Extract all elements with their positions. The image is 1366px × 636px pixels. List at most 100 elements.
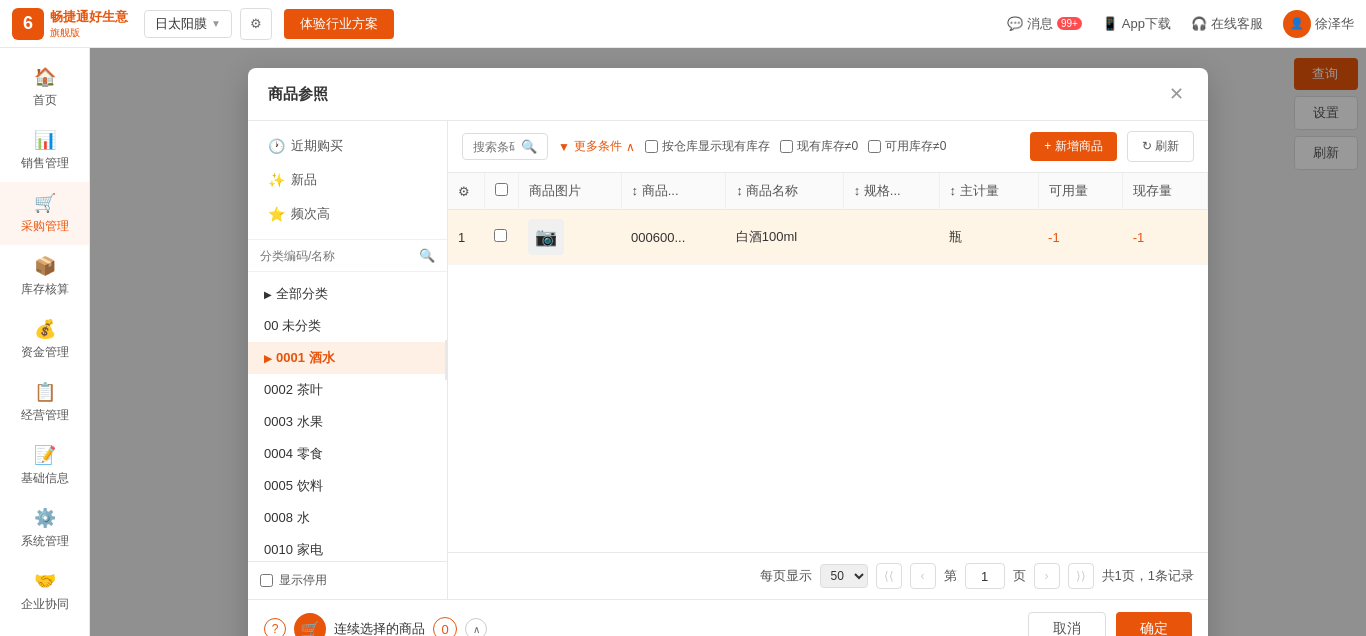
user-item[interactable]: 👤 徐泽华 [1283, 10, 1354, 38]
category-0001[interactable]: ▶ 0001 酒水 [248, 342, 447, 374]
category-0003[interactable]: 0003 水果 [248, 406, 447, 438]
category-00[interactable]: 00 未分类 [248, 310, 447, 342]
sidebar-item-collab[interactable]: 🤝 企业协同 [0, 560, 89, 623]
warehouse-filter-label: 按仓库显示现有库存 [662, 138, 770, 155]
trial-button[interactable]: 体验行业方案 [284, 9, 394, 39]
category-0005-label: 0005 饮料 [264, 477, 323, 495]
avatar: 👤 [1283, 10, 1311, 38]
home-icon: 🏠 [34, 66, 56, 88]
th-unit[interactable]: ↕ 主计量 [939, 173, 1038, 210]
show-disabled-checkbox[interactable] [260, 574, 273, 587]
category-all-label: 全部分类 [276, 285, 328, 303]
modal-body: 🕐 近期购买 ✨ 新品 ⭐ 频次高 [248, 121, 1208, 599]
per-page-label: 每页显示 [760, 567, 812, 585]
table-row: 1 📷 000600... 白酒100ml [448, 210, 1208, 265]
available-nonzero-label: 可用库存≠0 [885, 138, 946, 155]
th-settings[interactable]: ⚙ [448, 173, 484, 210]
category-0010-label: 0010 家电 [264, 541, 323, 559]
search-icon[interactable]: 🔍 [521, 139, 537, 154]
row-code: 000600... [621, 210, 726, 265]
sidebar-item-sales[interactable]: 📊 销售管理 [0, 119, 89, 182]
filter-button[interactable]: ▼ 更多条件 ∧ [558, 138, 635, 155]
sidebar-label-purchase: 采购管理 [21, 218, 69, 235]
collapse-cart-button[interactable]: ∧ [465, 618, 487, 636]
help-icon[interactable]: ? [264, 618, 286, 636]
category-search-input[interactable] [260, 249, 419, 263]
gear-icon[interactable]: ⚙ [240, 8, 272, 40]
category-0008[interactable]: 0008 水 [248, 502, 447, 534]
cart-count: 0 [433, 617, 457, 636]
cart-button[interactable]: 🛒 [294, 613, 326, 636]
pagination-bar: 每页显示 50 ⟨⟨ ‹ 第 页 › ⟩⟩ 共1页，1条记录 [448, 552, 1208, 599]
nav-selector[interactable]: 日太阳膜 ▼ [144, 10, 232, 38]
sidebar-item-manage[interactable]: 📋 经营管理 [0, 371, 89, 434]
th-name[interactable]: ↕ 商品名称 [726, 173, 843, 210]
page-prev-button[interactable]: ‹ [910, 563, 936, 589]
nav-right: 💬 消息 99+ 📱 App下载 🎧 在线客服 👤 徐泽华 [1007, 10, 1354, 38]
category-0010[interactable]: 0010 家电 [248, 534, 447, 561]
arrow-active-icon: ▶ [264, 353, 272, 364]
page-number-input[interactable] [965, 563, 1005, 589]
sidebar-item-finance[interactable]: 💰 资金管理 [0, 308, 89, 371]
message-nav-item[interactable]: 💬 消息 99+ [1007, 15, 1082, 33]
page-last-button[interactable]: ⟩⟩ [1068, 563, 1094, 589]
service-item[interactable]: 🎧 在线客服 [1191, 15, 1263, 33]
product-search-input[interactable] [473, 140, 515, 154]
sidebar-label-home: 首页 [33, 92, 57, 109]
quick-link-new-label: 新品 [291, 171, 317, 189]
sidebar-item-home[interactable]: 🏠 首页 [0, 56, 89, 119]
quick-link-recent[interactable]: 🕐 近期购买 [260, 131, 435, 161]
modal-header: 商品参照 ✕ [248, 68, 1208, 121]
modal-overlay: 商品参照 ✕ 🕐 近期购买 [90, 48, 1366, 636]
category-0008-label: 0008 水 [264, 509, 310, 527]
per-page-select[interactable]: 50 [820, 564, 868, 588]
available-nonzero-checkbox[interactable] [868, 140, 881, 153]
stock-nonzero-filter[interactable]: 现有库存≠0 [780, 138, 858, 155]
category-search-icon[interactable]: 🔍 [419, 248, 435, 263]
stock-nonzero-checkbox[interactable] [780, 140, 793, 153]
left-panel: 🕐 近期购买 ✨ 新品 ⭐ 频次高 [248, 121, 448, 599]
quick-link-new[interactable]: ✨ 新品 [260, 165, 435, 195]
sidebar-item-inventory[interactable]: 📦 库存核算 [0, 245, 89, 308]
th-spec[interactable]: ↕ 规格... [843, 173, 939, 210]
inventory-icon: 📦 [34, 255, 56, 277]
category-all[interactable]: ▶ 全部分类 [248, 278, 447, 310]
sales-icon: 📊 [34, 129, 56, 151]
warehouse-filter[interactable]: 按仓库显示现有库存 [645, 138, 770, 155]
select-all-checkbox[interactable] [495, 183, 508, 196]
sidebar-item-purchase[interactable]: 🛒 采购管理 [0, 182, 89, 245]
filter-icon: ▼ [558, 140, 570, 154]
category-0005[interactable]: 0005 饮料 [248, 470, 447, 502]
message-badge: 99+ [1057, 17, 1082, 30]
sidebar-item-guide[interactable]: 📖 新手引导 [0, 623, 89, 636]
category-0003-label: 0003 水果 [264, 413, 323, 431]
cancel-button[interactable]: 取消 [1028, 612, 1106, 636]
th-code[interactable]: ↕ 商品... [621, 173, 726, 210]
app-download-item[interactable]: 📱 App下载 [1102, 15, 1171, 33]
add-product-button[interactable]: + 新增商品 [1030, 132, 1116, 161]
page-next-button[interactable]: › [1034, 563, 1060, 589]
refresh-table-button[interactable]: ↻ 刷新 [1127, 131, 1194, 162]
modal-close-button[interactable]: ✕ [1164, 82, 1188, 106]
warehouse-checkbox[interactable] [645, 140, 658, 153]
sidebar-item-system[interactable]: ⚙️ 系统管理 [0, 497, 89, 560]
sidebar: 🏠 首页 📊 销售管理 🛒 采购管理 📦 库存核算 💰 资金管理 📋 经营管理 … [0, 48, 90, 636]
collab-icon: 🤝 [34, 570, 56, 592]
quick-link-recent-label: 近期购买 [291, 137, 343, 155]
page-first-button[interactable]: ⟨⟨ [876, 563, 902, 589]
page-label: 第 [944, 567, 957, 585]
quick-link-frequent[interactable]: ⭐ 频次高 [260, 199, 435, 229]
system-icon: ⚙️ [34, 507, 56, 529]
category-0002[interactable]: 0002 茶叶 [248, 374, 447, 406]
row-checkbox[interactable] [494, 229, 507, 242]
page-of-label: 页 [1013, 567, 1026, 585]
main-layout: 🏠 首页 📊 销售管理 🛒 采购管理 📦 库存核算 💰 资金管理 📋 经营管理 … [0, 48, 1366, 636]
category-0004[interactable]: 0004 零食 [248, 438, 447, 470]
sidebar-item-base[interactable]: 📝 基础信息 [0, 434, 89, 497]
available-nonzero-filter[interactable]: 可用库存≠0 [868, 138, 946, 155]
confirm-button[interactable]: 确定 [1116, 612, 1192, 636]
product-search-box: 🔍 [462, 133, 548, 160]
sidebar-label-system: 系统管理 [21, 533, 69, 550]
category-0002-label: 0002 茶叶 [264, 381, 323, 399]
right-toolbar: 🔍 ▼ 更多条件 ∧ 按仓库显示现有库存 [448, 121, 1208, 173]
